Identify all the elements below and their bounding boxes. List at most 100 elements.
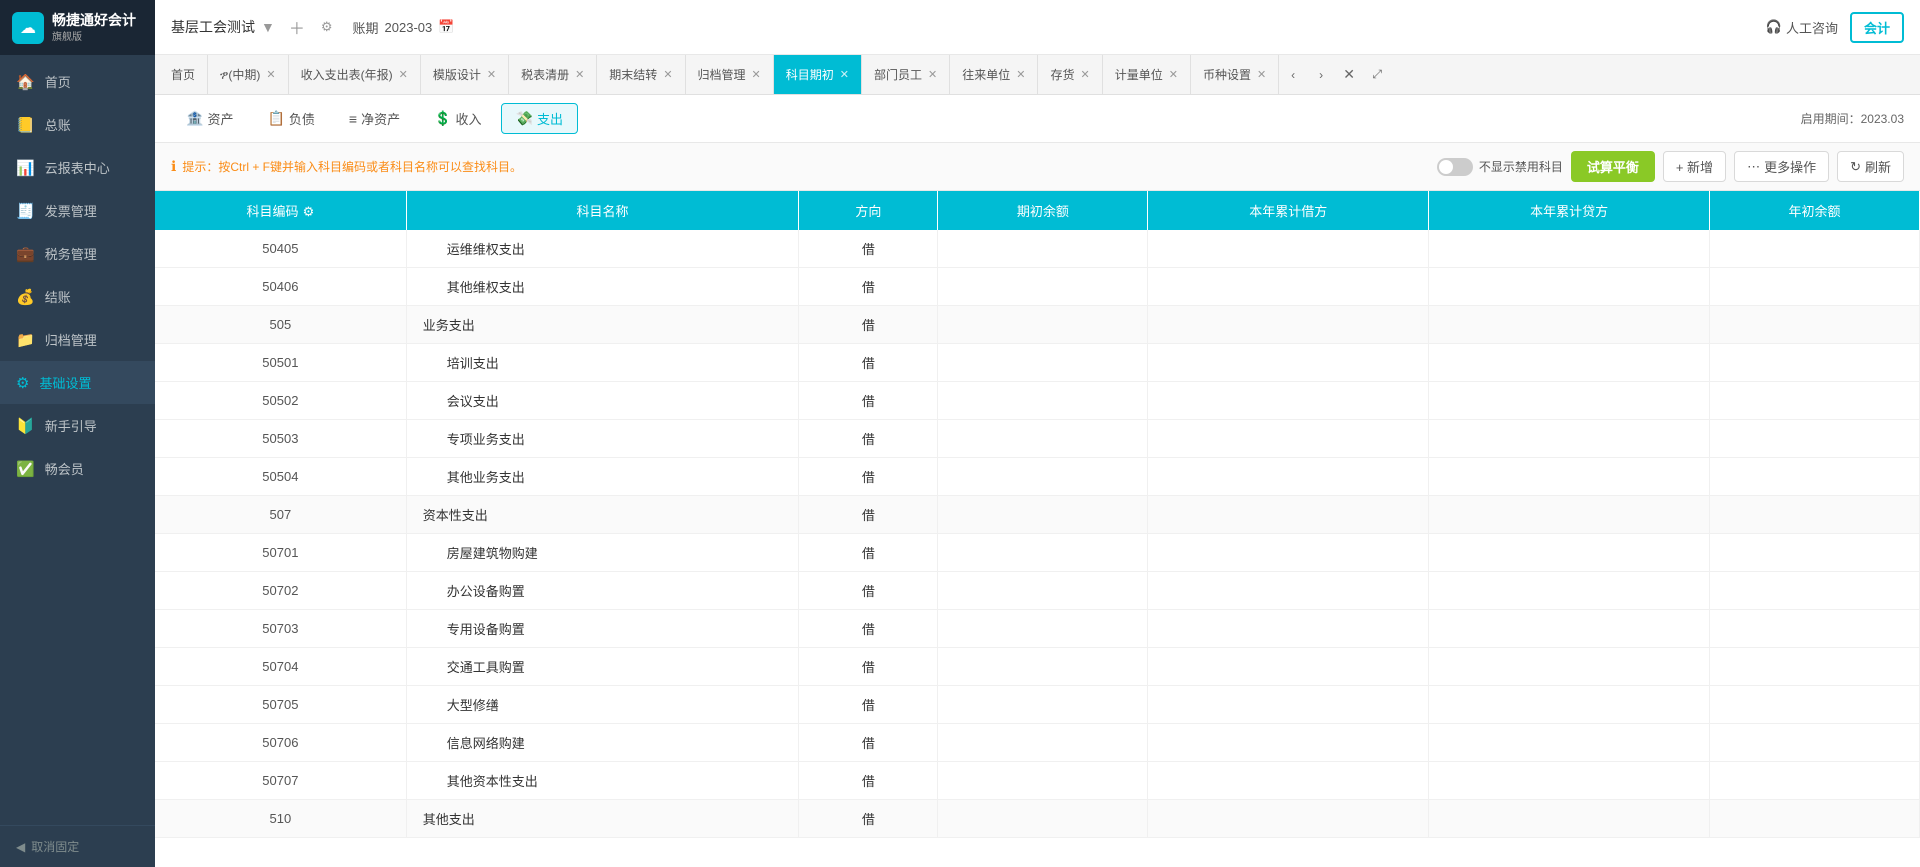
- table-row[interactable]: 50701房屋建筑物购建借: [155, 534, 1920, 572]
- more-icon: ⋯: [1747, 159, 1760, 175]
- table-row[interactable]: 50703专用设备购置借: [155, 610, 1920, 648]
- cell-year_balance: [1710, 420, 1920, 458]
- tab-unit[interactable]: 计量单位✕: [1103, 55, 1191, 95]
- sidebar-logo-text: 畅捷通好会计 旗舰版: [52, 12, 136, 44]
- account-button[interactable]: 会计: [1850, 12, 1904, 43]
- table-row[interactable]: 50405运维维权支出借: [155, 230, 1920, 268]
- tab-close-icon[interactable]: ✕: [266, 68, 275, 81]
- table-row[interactable]: 50503专项业务支出借: [155, 420, 1920, 458]
- tab-close-icon[interactable]: ✕: [399, 68, 408, 81]
- tab-taxsheet[interactable]: 税表清册✕: [509, 55, 597, 95]
- sidebar-item-invoice[interactable]: 🧾 发票管理: [0, 189, 155, 232]
- reports-icon: 📊: [16, 159, 35, 177]
- tab-close-icon[interactable]: ✕: [575, 68, 584, 81]
- company-name: 基层工会测试: [171, 17, 255, 37]
- table-row[interactable]: 50706信息网络购建借: [155, 724, 1920, 762]
- tab-close-icon[interactable]: ✕: [663, 68, 672, 81]
- tab-bs[interactable]: ፇ(中期)✕: [208, 55, 289, 95]
- sub-tab-net-asset[interactable]: ≡净资产: [334, 103, 415, 134]
- expand-icon: ⤢: [1372, 67, 1382, 82]
- tabs-next-button[interactable]: ›: [1307, 55, 1335, 95]
- tabs-expand-button[interactable]: ⤢: [1363, 55, 1391, 95]
- sub-tab-asset[interactable]: 🏦资产: [171, 103, 248, 134]
- table-row[interactable]: 507资本性支出借: [155, 496, 1920, 534]
- help-button[interactable]: 🎧 人工咨询: [1766, 18, 1838, 37]
- column-settings-icon[interactable]: ⚙: [303, 204, 315, 219]
- cell-period_balance: [938, 420, 1148, 458]
- cell-year_debit: [1148, 230, 1429, 268]
- tabs-prev-button[interactable]: ‹: [1279, 55, 1307, 95]
- sidebar-item-archive[interactable]: 📁 归档管理: [0, 318, 155, 361]
- cell-period_balance: [938, 230, 1148, 268]
- tab-close-icon[interactable]: ✕: [487, 68, 496, 81]
- cell-year_debit: [1148, 496, 1429, 534]
- tab-template[interactable]: 模版设计✕: [421, 55, 509, 95]
- tab-period-end[interactable]: 期末结转✕: [597, 55, 685, 95]
- tab-income[interactable]: 收入支出表(年报)✕: [289, 55, 421, 95]
- sidebar-item-tax[interactable]: 💼 税务管理: [0, 232, 155, 275]
- tab-home[interactable]: 首页: [159, 55, 208, 95]
- table-header-row: 科目编码⚙科目名称方向期初余额本年累计借方本年累计贷方年初余额: [155, 191, 1920, 230]
- sidebar-item-label: 首页: [45, 72, 71, 91]
- sub-tab-income2[interactable]: 💲收入: [419, 103, 496, 134]
- tab-partner[interactable]: 往来单位✕: [950, 55, 1038, 95]
- table-row[interactable]: 50705大型修缮借: [155, 686, 1920, 724]
- cell-code: 50502: [155, 382, 406, 420]
- sub-tab-liability[interactable]: 📋负债: [252, 103, 329, 134]
- tab-subject-init[interactable]: 科目期初✕: [774, 55, 862, 95]
- cell-direction: 借: [799, 458, 938, 496]
- cell-year_balance: [1710, 382, 1920, 420]
- cell-year_balance: [1710, 610, 1920, 648]
- company-selector[interactable]: 基层工会测试 ▼: [171, 17, 281, 37]
- tab-stock[interactable]: 存货✕: [1038, 55, 1102, 95]
- cell-year_balance: [1710, 572, 1920, 610]
- cell-code: 50503: [155, 420, 406, 458]
- table-row[interactable]: 50707其他资本性支出借: [155, 762, 1920, 800]
- sidebar-item-settle[interactable]: 💰 结账: [0, 275, 155, 318]
- tab-close-icon[interactable]: ✕: [752, 68, 761, 81]
- sidebar-item-reports[interactable]: 📊 云报表中心: [0, 146, 155, 189]
- calendar-icon[interactable]: 📅: [438, 19, 454, 35]
- cell-period_balance: [938, 686, 1148, 724]
- table-row[interactable]: 50501培训支出借: [155, 344, 1920, 382]
- more-button[interactable]: ⋯ 更多操作: [1734, 151, 1829, 182]
- new-button[interactable]: + 新增: [1663, 151, 1726, 182]
- table-row[interactable]: 50502会议支出借: [155, 382, 1920, 420]
- balance-button[interactable]: 试算平衡: [1571, 151, 1655, 182]
- tab-currency[interactable]: 币种设置✕: [1191, 55, 1279, 95]
- tabs-close-all-button[interactable]: ✕: [1335, 55, 1363, 95]
- table-row[interactable]: 50406其他维权支出借: [155, 268, 1920, 306]
- cell-name: 办公设备购置: [406, 572, 799, 610]
- tab-archive-mgmt[interactable]: 归档管理✕: [686, 55, 774, 95]
- sidebar-item-label: 税务管理: [45, 244, 97, 263]
- tab-close-icon[interactable]: ✕: [1257, 68, 1266, 81]
- period-display: 账期 2023-03 📅: [353, 18, 455, 37]
- table-row[interactable]: 50504其他业务支出借: [155, 458, 1920, 496]
- sidebar-collapse-icon: ◀: [16, 840, 25, 854]
- table-row[interactable]: 50704交通工具购置借: [155, 648, 1920, 686]
- sidebar-item-home[interactable]: 🏠 首页: [0, 60, 155, 103]
- company-settings-icon[interactable]: ⚙: [321, 19, 333, 35]
- sidebar-item-ledger[interactable]: 📒 总账: [0, 103, 155, 146]
- table-row[interactable]: 505业务支出借: [155, 306, 1920, 344]
- sidebar-footer[interactable]: ◀ 取消固定: [0, 825, 155, 867]
- sidebar-item-member[interactable]: ✅ 畅会员: [0, 447, 155, 490]
- tax-icon: 💼: [16, 245, 35, 263]
- tab-close-icon[interactable]: ✕: [1016, 68, 1025, 81]
- tab-close-icon[interactable]: ✕: [1080, 68, 1089, 81]
- refresh-button[interactable]: ↻ 刷新: [1837, 151, 1904, 182]
- tab-close-icon[interactable]: ✕: [840, 68, 849, 81]
- sub-tab-expenditure[interactable]: 💸支出: [501, 103, 578, 134]
- sidebar-item-settings[interactable]: ⚙ 基础设置: [0, 361, 155, 404]
- show-disabled-toggle[interactable]: [1437, 158, 1473, 176]
- table-row[interactable]: 510其他支出借: [155, 800, 1920, 838]
- table-row[interactable]: 50702办公设备购置借: [155, 572, 1920, 610]
- tab-close-icon[interactable]: ✕: [928, 68, 937, 81]
- cell-year_credit: [1429, 458, 1710, 496]
- tab-dept[interactable]: 部门员工✕: [862, 55, 950, 95]
- add-company-button[interactable]: ＋: [289, 15, 305, 39]
- cell-year_balance: [1710, 534, 1920, 572]
- sidebar-item-guide[interactable]: 🔰 新手引导: [0, 404, 155, 447]
- tab-close-icon[interactable]: ✕: [1169, 68, 1178, 81]
- cell-code: 505: [155, 306, 406, 344]
